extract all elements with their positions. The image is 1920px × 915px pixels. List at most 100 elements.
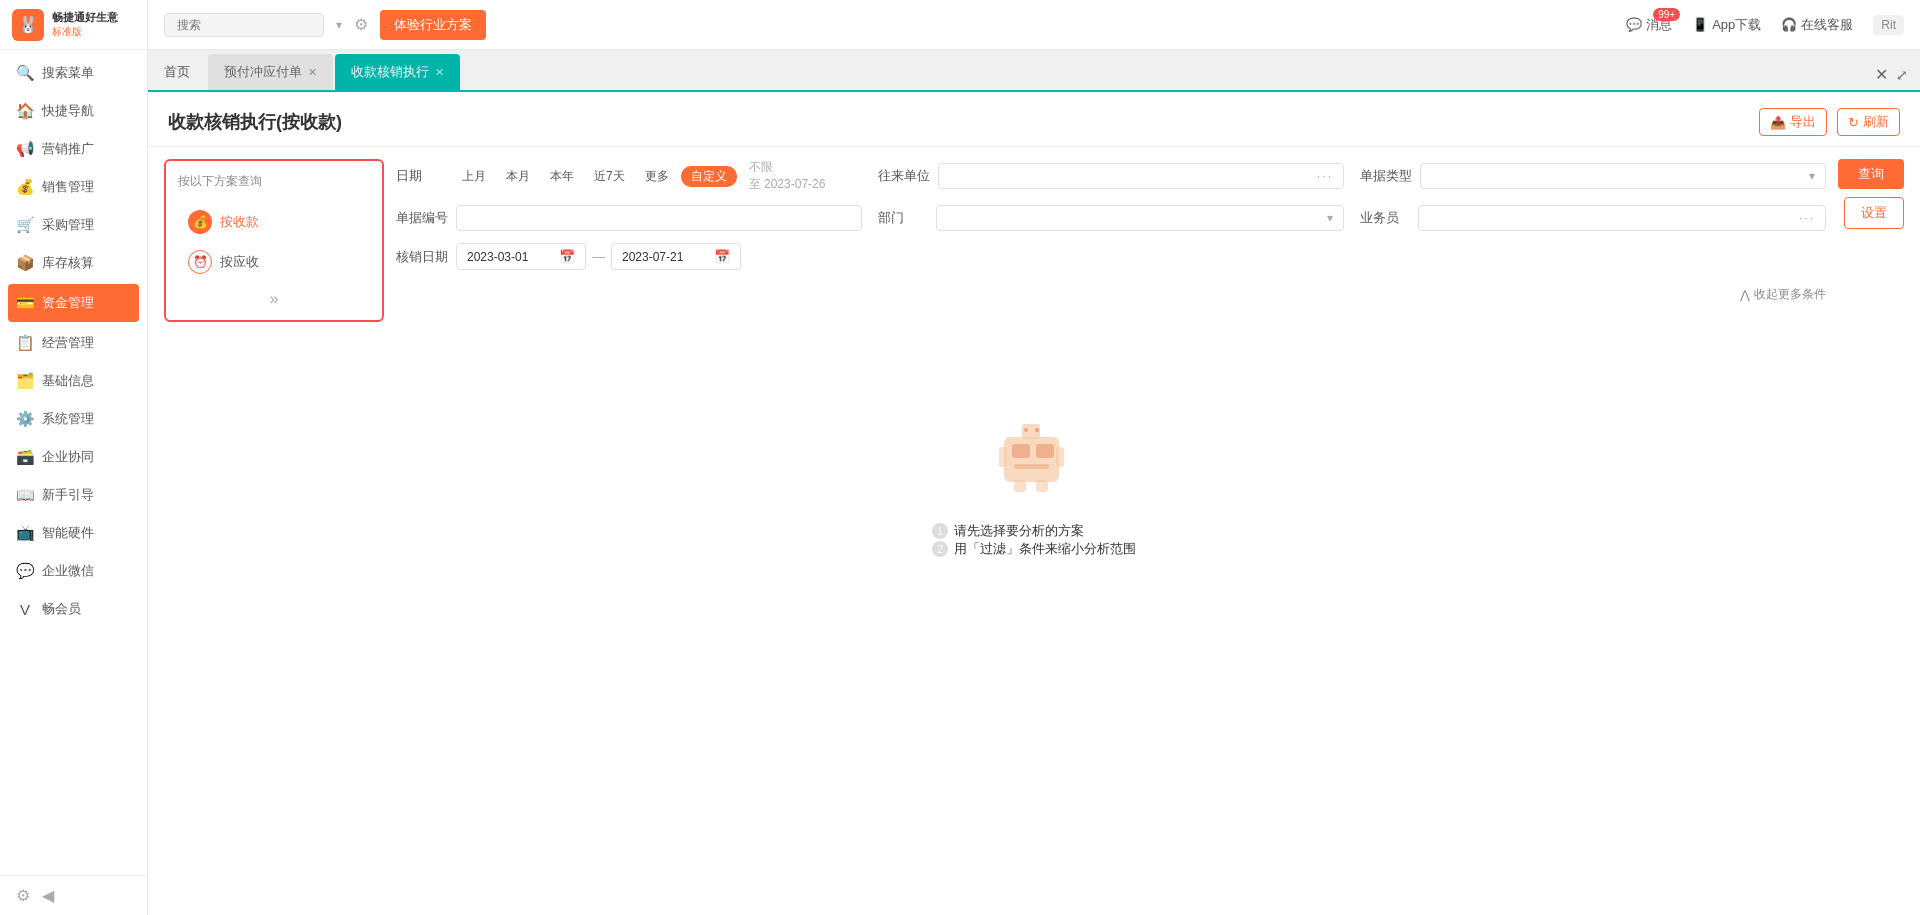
svg-rect-9: [1014, 480, 1026, 492]
svg-rect-10: [1036, 480, 1048, 492]
empty-hint-1: 1 请先选择要分析的方案: [932, 522, 1136, 540]
empty-state: 1 请先选择要分析的方案 2 用「过滤」条件来缩小分析范围: [148, 322, 1920, 638]
tab-receipt-close-icon[interactable]: ✕: [435, 66, 444, 79]
date-btn-this-month[interactable]: 本月: [498, 166, 538, 187]
enterprise-icon: 🗃️: [16, 448, 34, 466]
writeoff-start-calendar-icon[interactable]: 📅: [559, 249, 575, 264]
counterparty-more-dots[interactable]: ···: [1317, 169, 1333, 183]
export-icon: 📤: [1770, 115, 1786, 130]
staff-label: 业务员: [1360, 209, 1410, 227]
topbar-chevron-icon[interactable]: ▾: [336, 18, 342, 32]
sidebar-item-enterprise[interactable]: 🗃️企业协同: [0, 438, 147, 476]
filter-panel-collapse-icon[interactable]: »: [178, 290, 370, 308]
sidebar-item-member[interactable]: V畅会员: [0, 590, 147, 628]
svg-point-5: [1024, 428, 1028, 432]
tab-home[interactable]: 首页: [148, 54, 206, 90]
basic-info-icon: 🗂️: [16, 372, 34, 390]
staff-select[interactable]: ···: [1418, 205, 1826, 231]
logo-text: 畅捷通好生意 标准版: [52, 10, 118, 39]
app-download-button[interactable]: 📱 App下载: [1692, 16, 1761, 34]
topbar-search-input[interactable]: [164, 13, 324, 37]
expand-tabs-icon[interactable]: ⤢: [1896, 67, 1908, 83]
sidebar-item-wechat[interactable]: 💬企业微信: [0, 552, 147, 590]
logo-icon: 🐰: [12, 9, 44, 41]
sidebar-item-purchase-mgmt[interactable]: 🛒采购管理: [0, 206, 147, 244]
date-btn-custom[interactable]: 自定义: [681, 166, 737, 187]
dept-select[interactable]: ▾: [936, 205, 1344, 231]
dept-filter-group: 部门 ▾: [878, 205, 1344, 231]
collapse-more-button[interactable]: ⋀ 收起更多条件: [396, 282, 1826, 307]
purchase-mgmt-icon: 🛒: [16, 216, 34, 234]
sidebar-item-marketing[interactable]: 📢营销推广: [0, 130, 147, 168]
docno-input[interactable]: [456, 205, 862, 231]
doctype-label: 单据类型: [1360, 167, 1412, 185]
tab-prepay-close-icon[interactable]: ✕: [308, 66, 317, 79]
svg-rect-2: [1036, 444, 1054, 458]
query-button[interactable]: 查询: [1838, 159, 1904, 189]
svg-rect-7: [999, 447, 1007, 467]
smart-hw-icon: 📺: [16, 524, 34, 542]
svg-rect-3: [1014, 464, 1049, 469]
docno-filter-group: 单据编号: [396, 205, 862, 231]
counterparty-label: 往来单位: [878, 167, 930, 185]
sidebar-item-quick-nav[interactable]: 🏠快捷导航: [0, 92, 147, 130]
marketing-icon: 📢: [16, 140, 34, 158]
industry-solution-button[interactable]: 体验行业方案: [380, 10, 486, 40]
date-btn-last-month[interactable]: 上月: [454, 166, 494, 187]
date-btn-this-year[interactable]: 本年: [542, 166, 582, 187]
tabbar: 首页 预付冲应付单 ✕ 收款核销执行 ✕ ✕ ⤢: [148, 50, 1920, 92]
refresh-button[interactable]: ↻ 刷新: [1837, 108, 1900, 136]
filter-area: 按以下方案查询 💰 按收款 ⏰ 按应收 » 日期: [148, 147, 1920, 322]
collapse-chevron-icon: ⋀: [1740, 288, 1750, 302]
sidebar-item-guide[interactable]: 📖新手引导: [0, 476, 147, 514]
quick-nav-icon: 🏠: [16, 102, 34, 120]
writeoff-start-date-value: 2023-03-01: [467, 250, 528, 264]
refresh-icon: ↻: [1848, 115, 1859, 130]
page-title: 收款核销执行(按收款): [168, 110, 342, 134]
svg-point-6: [1035, 428, 1039, 432]
staff-more-dots[interactable]: ···: [1799, 211, 1815, 225]
hint-num-1: 1: [932, 523, 948, 539]
settings-button[interactable]: 设置: [1844, 197, 1904, 229]
tab-prepay-offset[interactable]: 预付冲应付单 ✕: [208, 54, 333, 90]
date-filter-group: 日期 上月 本月 本年 近7天 更多 自定义 不限 至: [396, 159, 862, 193]
finance-icon: 💳: [16, 294, 34, 312]
filter-option-by-receivable[interactable]: ⏰ 按应收: [178, 242, 370, 282]
sidebar-item-search-menu[interactable]: 🔍搜索菜单: [0, 54, 147, 92]
sidebar-item-biz-mgmt[interactable]: 📋经营管理: [0, 324, 147, 362]
export-button[interactable]: 📤 导出: [1759, 108, 1827, 136]
tab-receipt-offset[interactable]: 收款核销执行 ✕: [335, 54, 460, 90]
user-avatar[interactable]: Rit: [1873, 15, 1904, 35]
sidebar-item-finance[interactable]: 💳资金管理: [8, 284, 139, 322]
sidebar-item-sys-mgmt[interactable]: ⚙️系统管理: [0, 400, 147, 438]
writeoff-end-date-input[interactable]: 2023-07-21 📅: [611, 243, 741, 270]
sidebar-item-basic-info[interactable]: 🗂️基础信息: [0, 362, 147, 400]
hint-num-2: 2: [932, 541, 948, 557]
doctype-select[interactable]: ▾: [1420, 163, 1826, 189]
date-btn-7days[interactable]: 近7天: [586, 166, 633, 187]
sys-mgmt-icon: ⚙️: [16, 410, 34, 428]
filter-option-by-receipt[interactable]: 💰 按收款: [178, 202, 370, 242]
settings-bottom-icon[interactable]: ⚙: [16, 886, 30, 905]
date-label: 日期: [396, 167, 446, 185]
message-icon: 💬: [1626, 17, 1642, 32]
sidebar-item-inventory[interactable]: 📦库存核算: [0, 244, 147, 282]
message-button[interactable]: 💬 消息 99+: [1626, 16, 1672, 34]
right-action-buttons: 查询 设置: [1838, 159, 1904, 322]
topbar-gear-icon[interactable]: ⚙: [354, 15, 368, 34]
writeoff-end-calendar-icon[interactable]: 📅: [714, 249, 730, 264]
writeoff-start-date-input[interactable]: 2023-03-01 📅: [456, 243, 586, 270]
svg-rect-0: [1004, 437, 1059, 482]
topbar: ▾ ⚙ 体验行业方案 💬 消息 99+ 📱 App下载 🎧 在线客服 Rit: [148, 0, 1920, 50]
collapse-sidebar-icon[interactable]: ◀: [42, 886, 54, 905]
close-all-tabs-icon[interactable]: ✕: [1875, 65, 1888, 84]
date-btn-more[interactable]: 更多: [637, 166, 677, 187]
empty-illustration: [984, 402, 1084, 502]
online-service-button[interactable]: 🎧 在线客服: [1781, 16, 1853, 34]
sidebar-item-smart-hw[interactable]: 📺智能硬件: [0, 514, 147, 552]
date-range-info: 不限 至 2023-07-26: [749, 159, 826, 193]
sales-mgmt-icon: 💰: [16, 178, 34, 196]
sidebar-item-sales-mgmt[interactable]: 💰销售管理: [0, 168, 147, 206]
page-header: 收款核销执行(按收款) 📤 导出 ↻ 刷新: [148, 92, 1920, 147]
counterparty-select[interactable]: ···: [938, 163, 1344, 189]
